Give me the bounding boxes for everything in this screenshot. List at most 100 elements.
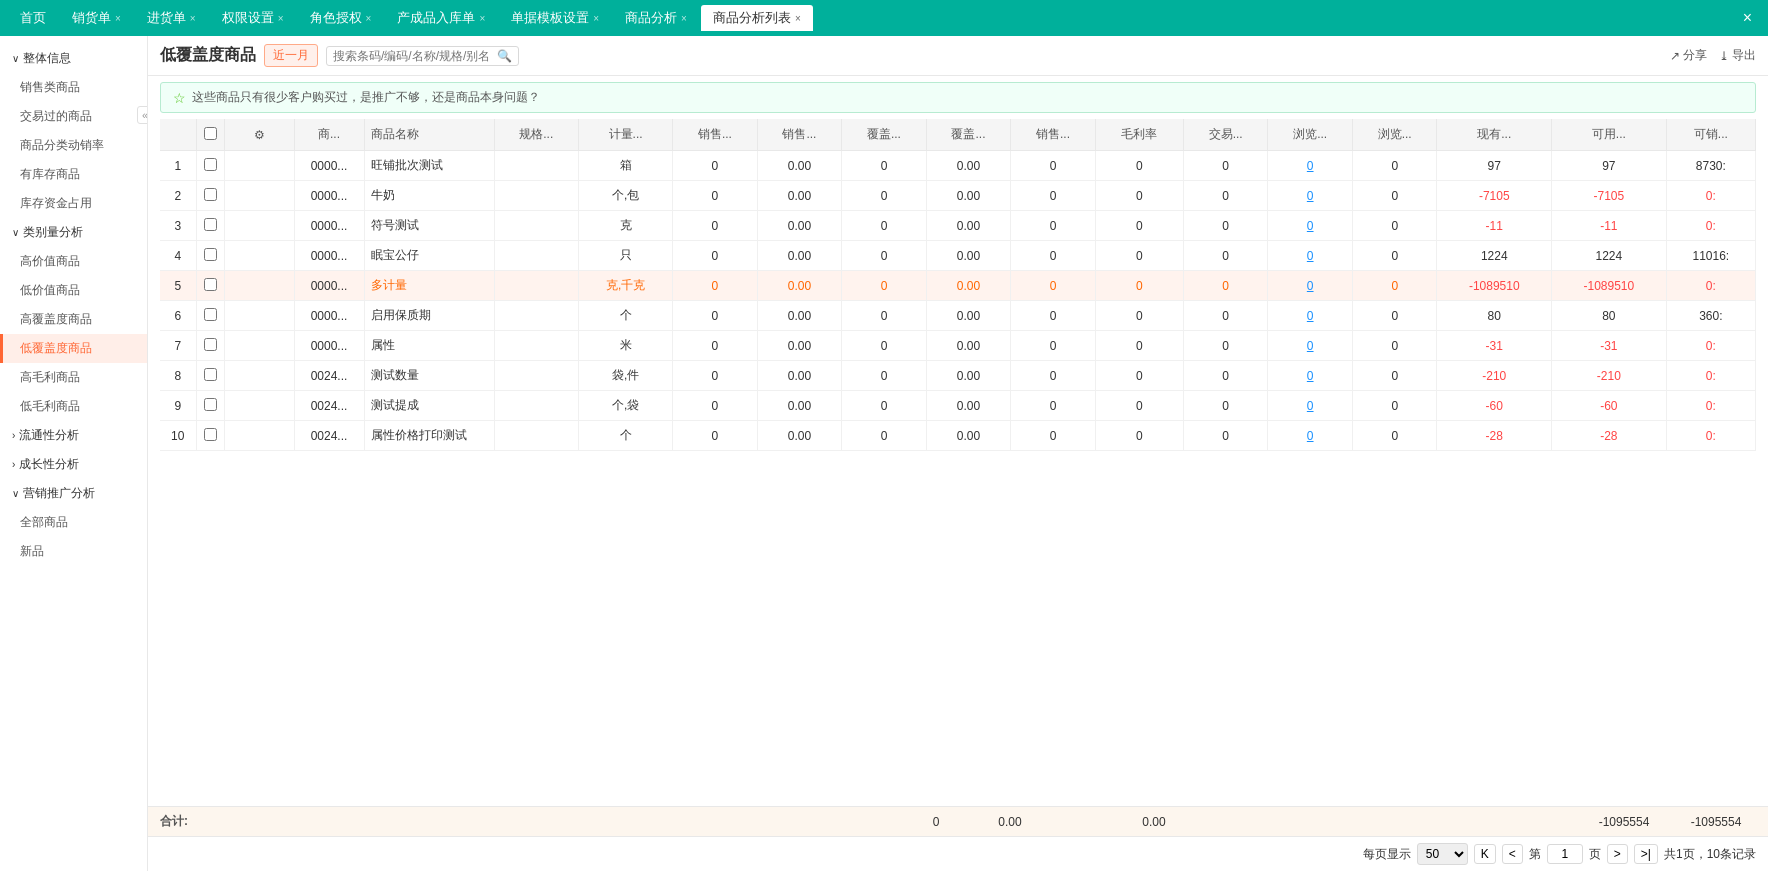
cell-check[interactable] [196, 421, 224, 451]
nav-tab-close-1[interactable]: × [190, 13, 196, 24]
sidebar-item-high-value[interactable]: 高价值商品 [0, 247, 147, 276]
page-size-select[interactable]: 50 20 100 [1417, 843, 1468, 865]
sidebar-section-marketing[interactable]: ∨ 营销推广分析 [0, 479, 147, 508]
settings-icon[interactable]: ⚙ [254, 128, 265, 142]
nav-tab-close-7[interactable]: × [795, 13, 801, 24]
cell-browse1[interactable]: 0 [1268, 301, 1353, 331]
th-settings[interactable]: ⚙ [224, 119, 294, 151]
nav-tab-0[interactable]: 销货单 × [60, 5, 133, 31]
cell-browse1[interactable]: 0 [1268, 331, 1353, 361]
nav-tab-7[interactable]: 商品分析列表 × [701, 5, 813, 31]
cell-browse1[interactable]: 0 [1268, 361, 1353, 391]
row-checkbox[interactable] [204, 188, 217, 201]
cell-name[interactable]: 牛奶 [364, 181, 494, 211]
row-checkbox[interactable] [204, 428, 217, 441]
nav-tab-1[interactable]: 进货单 × [135, 5, 208, 31]
cell-browse1[interactable]: 0 [1268, 151, 1353, 181]
first-page-button[interactable]: K [1474, 844, 1496, 864]
sidebar-section-liquidity[interactable]: › 流通性分析 [0, 421, 147, 450]
row-checkbox[interactable] [204, 308, 217, 321]
nav-tab-close-6[interactable]: × [681, 13, 687, 24]
nav-home[interactable]: 首页 [8, 5, 58, 31]
nav-tab-4[interactable]: 产成品入库单 × [385, 5, 497, 31]
nav-tab-close-4[interactable]: × [479, 13, 485, 24]
sidebar-section-growth[interactable]: › 成长性分析 [0, 450, 147, 479]
export-button[interactable]: ⤓ 导出 [1719, 47, 1756, 64]
select-all-checkbox[interactable] [204, 127, 217, 140]
cell-check[interactable] [196, 181, 224, 211]
sidebar-item-category-rate[interactable]: 商品分类动销率 [0, 131, 147, 160]
sidebar-section-overall[interactable]: ∨ 整体信息 [0, 44, 147, 73]
nav-tab-close-5[interactable]: × [593, 13, 599, 24]
search-input[interactable] [333, 49, 493, 63]
sidebar-item-sales-goods[interactable]: 销售类商品 [0, 73, 147, 102]
nav-tab-close-2[interactable]: × [278, 13, 284, 24]
cell-cover1: 0 [842, 241, 927, 271]
sidebar-item-high-coverage[interactable]: 高覆盖度商品 [0, 305, 147, 334]
nav-tab-close-3[interactable]: × [366, 13, 372, 24]
last-page-button[interactable]: >| [1634, 844, 1658, 864]
cell-name[interactable]: 属性 [364, 331, 494, 361]
cell-check[interactable] [196, 151, 224, 181]
cell-name[interactable]: 旺铺批次测试 [364, 151, 494, 181]
row-checkbox[interactable] [204, 248, 217, 261]
row-checkbox[interactable] [204, 218, 217, 231]
page-number-input[interactable] [1547, 844, 1583, 864]
sidebar-section-category[interactable]: ∨ 类别量分析 [0, 218, 147, 247]
cell-browse1[interactable]: 0 [1268, 181, 1353, 211]
sidebar-collapse-button[interactable]: « [137, 106, 148, 124]
cell-name[interactable]: 眠宝公仔 [364, 241, 494, 271]
cell-check[interactable] [196, 301, 224, 331]
row-checkbox[interactable] [204, 398, 217, 411]
table-container[interactable]: ⚙ 商... 商品名称 规格... 计量... 销售... 销售... 覆盖..… [148, 119, 1768, 806]
row-checkbox[interactable] [204, 368, 217, 381]
cell-browse1[interactable]: 0 [1268, 271, 1353, 301]
th-check[interactable] [196, 119, 224, 151]
cell-check[interactable] [196, 391, 224, 421]
cell-browse1[interactable]: 0 [1268, 421, 1353, 451]
cell-name[interactable]: 测试数量 [364, 361, 494, 391]
date-filter-button[interactable]: 近一月 [264, 44, 318, 67]
row-checkbox[interactable] [204, 278, 217, 291]
sidebar-item-all-goods[interactable]: 全部商品 [0, 508, 147, 537]
cell-name[interactable]: 属性价格打印测试 [364, 421, 494, 451]
sidebar-item-traded-goods[interactable]: 交易过的商品 [0, 102, 147, 131]
th-browse2: 浏览... [1352, 119, 1437, 151]
cell-name[interactable]: 测试提成 [364, 391, 494, 421]
nav-tab-2[interactable]: 权限设置 × [210, 5, 296, 31]
sidebar-item-high-margin[interactable]: 高毛利商品 [0, 363, 147, 392]
row-checkbox[interactable] [204, 158, 217, 171]
row-checkbox[interactable] [204, 338, 217, 351]
sidebar-section-overall-label: 整体信息 [23, 50, 71, 67]
share-button[interactable]: ↗ 分享 [1670, 47, 1707, 64]
window-close-button[interactable]: × [1735, 9, 1760, 27]
cell-browse1[interactable]: 0 [1268, 391, 1353, 421]
cell-check[interactable] [196, 271, 224, 301]
cell-browse1[interactable]: 0 [1268, 211, 1353, 241]
search-icon[interactable]: 🔍 [497, 49, 512, 63]
cell-check[interactable] [196, 361, 224, 391]
cell-browse1[interactable]: 0 [1268, 241, 1353, 271]
nav-tab-close-0[interactable]: × [115, 13, 121, 24]
sidebar-item-low-margin[interactable]: 低毛利商品 [0, 392, 147, 421]
nav-tab-3[interactable]: 角色授权 × [298, 5, 384, 31]
sidebar-item-in-stock[interactable]: 有库存商品 [0, 160, 147, 189]
sidebar-item-new-goods[interactable]: 新品 [0, 537, 147, 566]
footer-label: 合计: [160, 813, 188, 830]
sidebar-item-capital[interactable]: 库存资金占用 [0, 189, 147, 218]
sidebar-item-low-coverage[interactable]: 低覆盖度商品 [0, 334, 147, 363]
sidebar-item-low-value[interactable]: 低价值商品 [0, 276, 147, 305]
nav-tab-6[interactable]: 商品分析 × [613, 5, 699, 31]
cell-check[interactable] [196, 211, 224, 241]
prev-page-button[interactable]: < [1502, 844, 1523, 864]
cell-check[interactable] [196, 241, 224, 271]
cell-current: -210 [1437, 361, 1552, 391]
cell-cover2: 0.00 [926, 211, 1011, 241]
next-page-button[interactable]: > [1607, 844, 1628, 864]
cell-name[interactable]: 启用保质期 [364, 301, 494, 331]
cell-name[interactable]: 多计量 [364, 271, 494, 301]
cell-name[interactable]: 符号测试 [364, 211, 494, 241]
cell-check[interactable] [196, 331, 224, 361]
nav-tab-5[interactable]: 单据模板设置 × [499, 5, 611, 31]
top-nav: 首页 销货单 × 进货单 × 权限设置 × 角色授权 × 产成品入库单 × 单据… [0, 0, 1768, 36]
